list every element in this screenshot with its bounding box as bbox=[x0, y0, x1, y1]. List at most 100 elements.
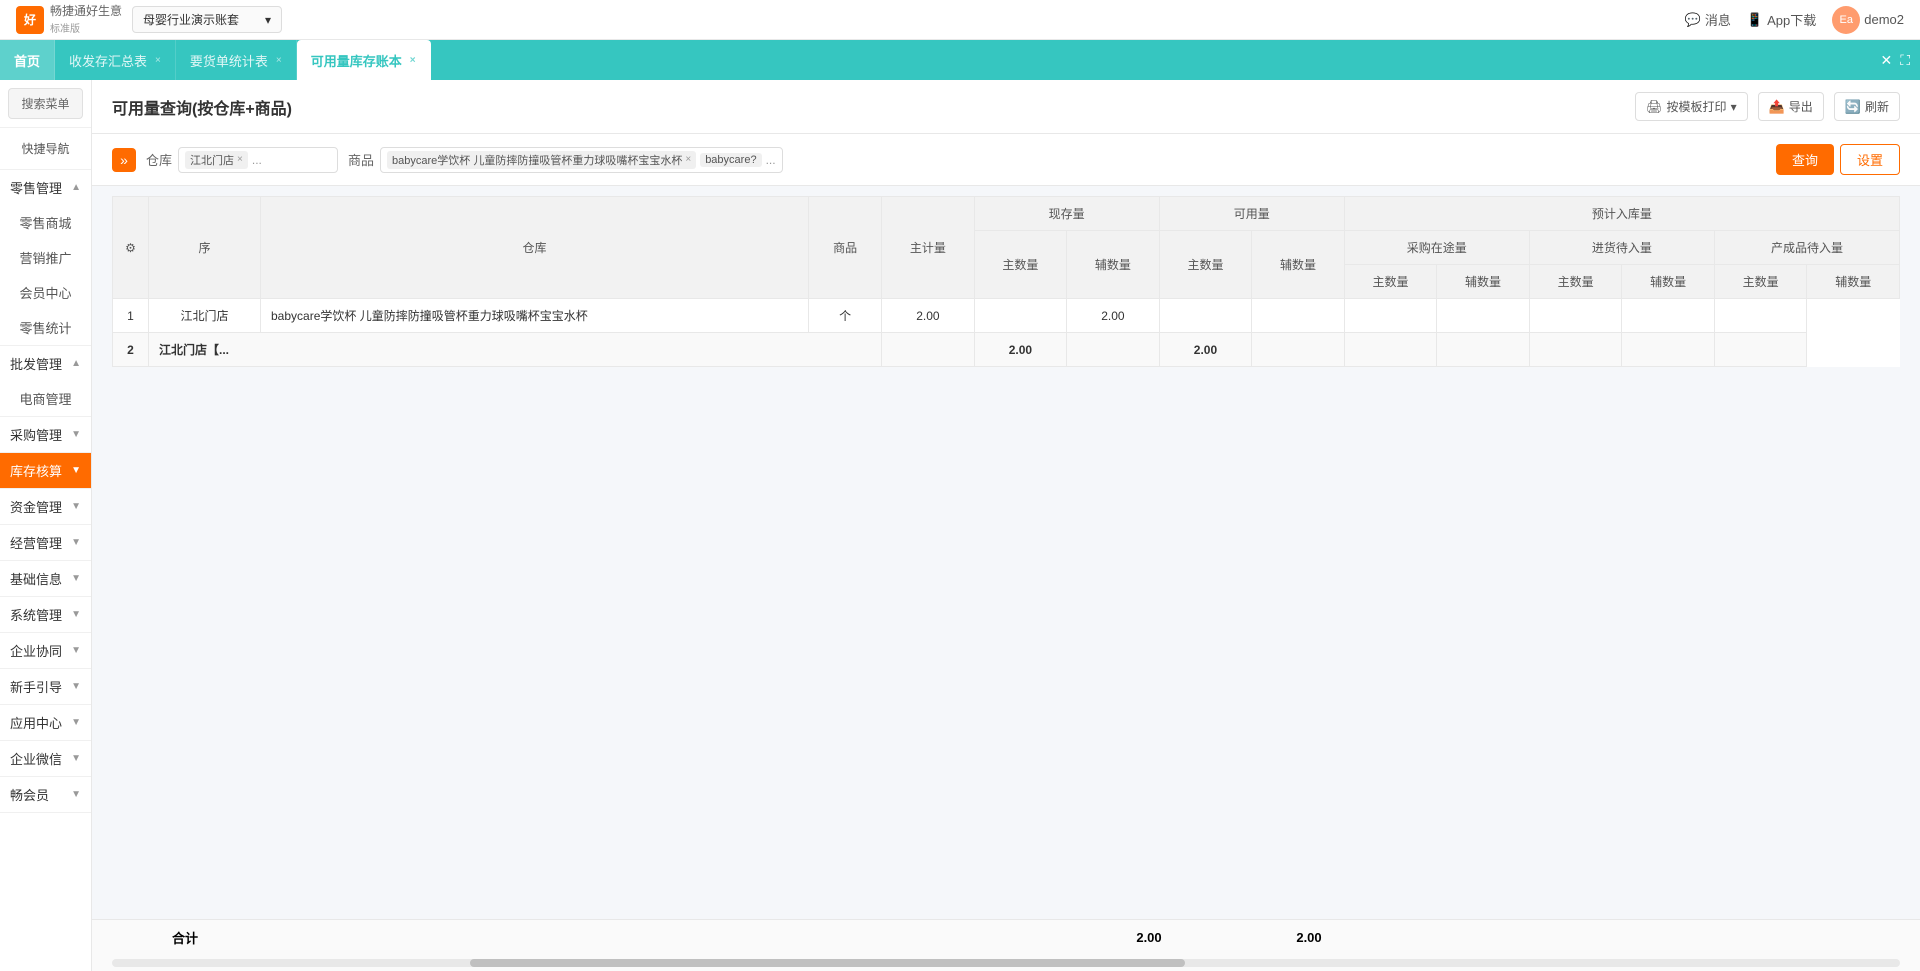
sidebar-section-purchase-header[interactable]: 采购管理 ▼ bbox=[0, 417, 91, 452]
finance-label: 资金管理 bbox=[10, 497, 62, 516]
export-icon: 📤 bbox=[1769, 99, 1785, 115]
top-bar-right: 💬 消息 📱 App下载 Ea demo2 bbox=[1685, 6, 1904, 34]
tab-home-label: 首页 bbox=[14, 51, 40, 70]
warehouse-filter-input[interactable]: 江北门店 × ... bbox=[178, 147, 338, 173]
sidebar-section-enterprise: 企业协同 ▼ bbox=[0, 633, 91, 669]
warehouse-filter-label: 仓库 bbox=[146, 150, 172, 169]
filter-actions: 查询 设置 bbox=[1776, 144, 1900, 175]
basic-label: 基础信息 bbox=[10, 569, 62, 588]
sidebar-search-area: 搜索菜单 bbox=[0, 80, 91, 128]
scroll-thumb[interactable] bbox=[470, 959, 1185, 967]
cell-inc-aux-1 bbox=[1529, 299, 1622, 333]
wholesale-label: 批发管理 bbox=[10, 354, 62, 373]
sidebar-section-enterprise-header[interactable]: 企业协同 ▼ bbox=[0, 633, 91, 668]
sidebar-item-marketing[interactable]: 营销推广 bbox=[0, 240, 91, 275]
sidebar-section-changyuanmember-header[interactable]: 畅会员 ▼ bbox=[0, 777, 91, 812]
warehouse-more[interactable]: ... bbox=[252, 153, 262, 167]
subtotal-pur-aux bbox=[1437, 333, 1530, 367]
finance-arrow: ▼ bbox=[71, 501, 81, 512]
sidebar-section-retail-header[interactable]: 零售管理 ▲ bbox=[0, 170, 91, 205]
maximize-icon[interactable]: ⛶ bbox=[1900, 52, 1910, 69]
query-btn[interactable]: 查询 bbox=[1776, 144, 1834, 175]
message-btn[interactable]: 💬 消息 bbox=[1685, 10, 1731, 29]
refresh-btn[interactable]: 🔄 刷新 bbox=[1834, 92, 1900, 121]
cell-product-1: babycare学饮杯 儿童防摔防撞吸管杯重力球吸嘴杯宝宝水杯 bbox=[261, 299, 809, 333]
inventory-arrow: ▼ bbox=[71, 465, 81, 476]
sidebar-item-ecommerce[interactable]: 电商管理 bbox=[0, 381, 91, 416]
sidebar-section-basic-header[interactable]: 基础信息 ▼ bbox=[0, 561, 91, 596]
cell-warehouse-1: 江北门店 bbox=[149, 299, 261, 333]
download-btn[interactable]: 📱 App下载 bbox=[1747, 10, 1816, 29]
download-label: App下载 bbox=[1767, 10, 1816, 29]
sidebar-section-wholesale-header[interactable]: 批发管理 ▲ bbox=[0, 346, 91, 381]
sidebar-section-wholesale: 批发管理 ▲ 电商管理 bbox=[0, 346, 91, 417]
subtotal-stock-main: 2.00 bbox=[974, 333, 1067, 367]
sidebar-item-quick-nav[interactable]: 快捷导航 bbox=[0, 132, 91, 165]
col-expected-header: 预计入库量 bbox=[1344, 197, 1899, 231]
print-btn[interactable]: 🖨 按模板打印 ▾ bbox=[1635, 92, 1748, 121]
sidebar-item-member[interactable]: 会员中心 bbox=[0, 275, 91, 310]
warehouse-tag-1-close[interactable]: × bbox=[237, 154, 243, 165]
sidebar-item-retail-mall[interactable]: 零售商城 bbox=[0, 205, 91, 240]
sidebar-section-inventory-header[interactable]: 库存核算 ▼ bbox=[0, 453, 91, 488]
inventory-label: 库存核算 bbox=[10, 461, 62, 480]
wholesale-arrow: ▲ bbox=[71, 358, 81, 369]
cell-pur-main-1 bbox=[1252, 299, 1345, 333]
sidebar-section-operation-header[interactable]: 经营管理 ▼ bbox=[0, 525, 91, 560]
sidebar-section-appcenter-header[interactable]: 应用中心 ▼ bbox=[0, 705, 91, 740]
sidebar-section-appcenter: 应用中心 ▼ bbox=[0, 705, 91, 741]
sidebar-section-system-header[interactable]: 系统管理 ▼ bbox=[0, 597, 91, 632]
scroll-track[interactable] bbox=[112, 959, 1900, 967]
tab-available-close[interactable]: × bbox=[410, 55, 416, 66]
cell-prod-main-1 bbox=[1622, 299, 1715, 333]
filter-expand-btn[interactable]: » bbox=[112, 148, 136, 172]
product-filter-label: 商品 bbox=[348, 150, 374, 169]
export-btn[interactable]: 📤 导出 bbox=[1758, 92, 1824, 121]
product-tag-1-close[interactable]: × bbox=[685, 154, 691, 165]
tenant-selector[interactable]: 母婴行业演示账套 ▾ bbox=[132, 6, 282, 33]
product-filter-input[interactable]: babycare学饮杯 儿童防摔防撞吸管杯重力球吸嘴杯宝宝水杯 × babyca… bbox=[380, 147, 783, 173]
cell-prod-aux-1 bbox=[1714, 299, 1807, 333]
sidebar-section-finance-header[interactable]: 资金管理 ▼ bbox=[0, 489, 91, 524]
sidebar-section-wechat-header[interactable]: 企业微信 ▼ bbox=[0, 741, 91, 776]
col-available-aux-header: 辅数量 bbox=[1252, 231, 1345, 299]
subtotal-row: 2 江北门店【... 2.00 2.00 bbox=[113, 333, 1900, 367]
tab-purchase[interactable]: 要货单统计表 × bbox=[176, 40, 297, 80]
product-tag-1-text: babycare学饮杯 儿童防摔防撞吸管杯重力球吸嘴杯宝宝水杯 bbox=[392, 152, 682, 168]
page-header: 可用量查询(按仓库+商品) 🖨 按模板打印 ▾ 📤 导出 🔄 刷新 bbox=[92, 80, 1920, 134]
print-arrow: ▾ bbox=[1731, 100, 1737, 114]
search-menu-btn[interactable]: 搜索菜单 bbox=[8, 88, 83, 119]
cell-pur-aux-1 bbox=[1344, 299, 1437, 333]
col-product-header: 商品 bbox=[809, 197, 882, 299]
tab-income-label: 收发存汇总表 bbox=[69, 51, 147, 70]
col-available-main-header: 主数量 bbox=[1159, 231, 1252, 299]
sidebar-item-retail-stats[interactable]: 零售统计 bbox=[0, 310, 91, 345]
subtotal-inc-aux bbox=[1622, 333, 1715, 367]
tab-available[interactable]: 可用量库存账本 × bbox=[297, 40, 431, 80]
sidebar-section-newguide-header[interactable]: 新手引导 ▼ bbox=[0, 669, 91, 704]
tab-income-close[interactable]: × bbox=[155, 55, 161, 66]
tab-purchase-close[interactable]: × bbox=[276, 55, 282, 66]
close-window-icon[interactable]: ✕ bbox=[1880, 52, 1892, 69]
col-production-aux-header: 辅数量 bbox=[1807, 265, 1900, 299]
product-more[interactable]: ... bbox=[766, 153, 776, 167]
cell-inc-main-1 bbox=[1437, 299, 1530, 333]
cell-stock-main-1: 2.00 bbox=[882, 299, 975, 333]
user-avatar: Ea bbox=[1832, 6, 1860, 34]
subtotal-avail-main: 2.00 bbox=[1159, 333, 1252, 367]
tab-home[interactable]: 首页 bbox=[0, 40, 55, 80]
tab-income[interactable]: 收发存汇总表 × bbox=[55, 40, 176, 80]
col-incoming-header: 进货待入量 bbox=[1529, 231, 1714, 265]
col-warehouse-header: 仓库 bbox=[261, 197, 809, 299]
subtotal-unit bbox=[882, 333, 975, 367]
cell-avail-aux-1 bbox=[1159, 299, 1252, 333]
settings-btn[interactable]: 设置 bbox=[1840, 144, 1900, 175]
col-no-header: 序 bbox=[149, 197, 261, 299]
table-area: ⚙ 序 仓库 商品 主计量 现存量 可用量 预计入库量 主数量 辅数量 主数量 bbox=[92, 186, 1920, 919]
col-gear[interactable]: ⚙ bbox=[113, 197, 149, 299]
subtotal-label: 江北门店【... bbox=[149, 333, 882, 367]
subtotal-no: 2 bbox=[113, 333, 149, 367]
refresh-icon: 🔄 bbox=[1845, 99, 1861, 115]
sidebar-section-changyuanmember: 畅会员 ▼ bbox=[0, 777, 91, 813]
user-area[interactable]: Ea demo2 bbox=[1832, 6, 1904, 34]
